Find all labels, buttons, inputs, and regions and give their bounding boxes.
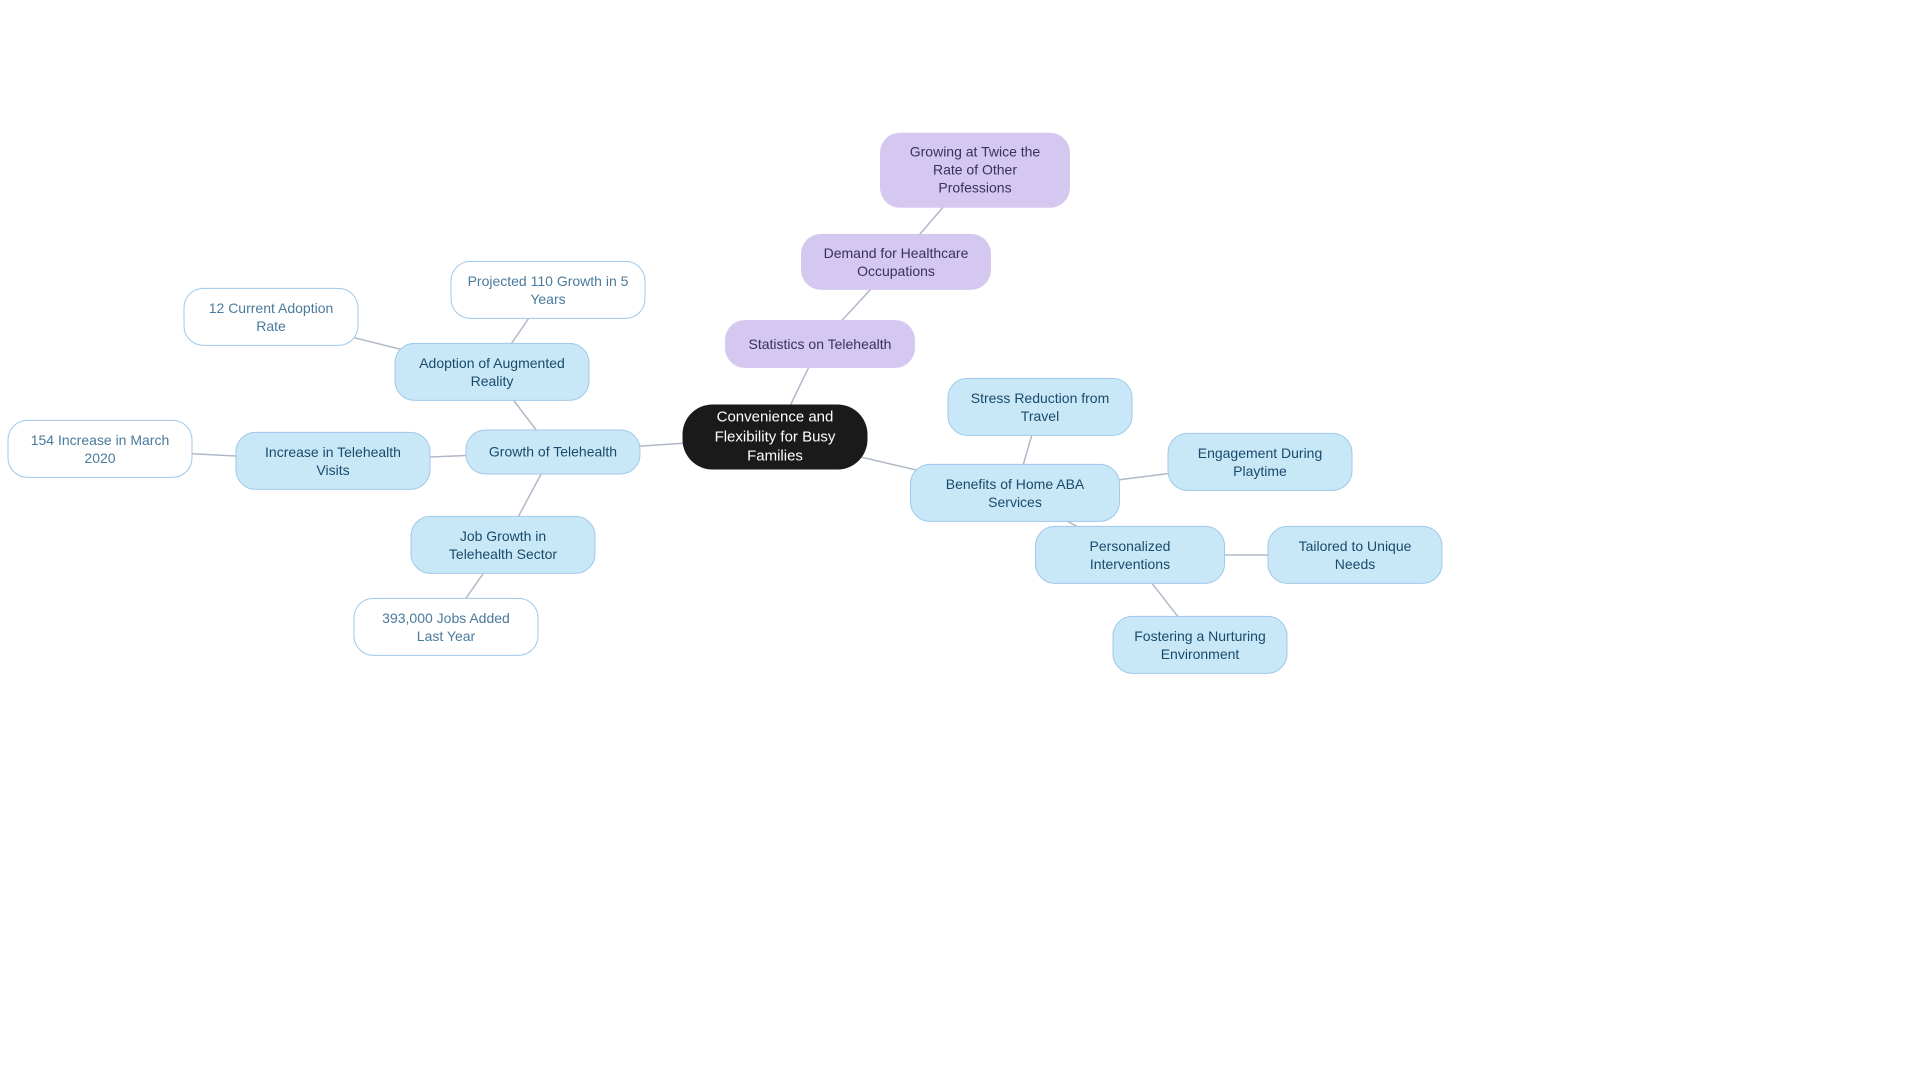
adoption-ar: Adoption of Augmented Reality: [395, 343, 590, 401]
stats-telehealth: Statistics on Telehealth: [725, 320, 915, 368]
jobs-added: 393,000 Jobs Added Last Year: [354, 598, 539, 656]
demand-healthcare: Demand for Healthcare Occupations: [801, 234, 991, 290]
personalized: Personalized Interventions: [1035, 526, 1225, 584]
growth-telehealth: Growth of Telehealth: [466, 430, 641, 475]
fostering: Fostering a Nurturing Environment: [1113, 616, 1288, 674]
engagement-playtime: Engagement During Playtime: [1168, 433, 1353, 491]
projected-growth: Projected 110 Growth in 5 Years: [451, 261, 646, 319]
current-adoption: 12 Current Adoption Rate: [184, 288, 359, 346]
stress-reduction: Stress Reduction from Travel: [948, 378, 1133, 436]
job-growth: Job Growth in Telehealth Sector: [411, 516, 596, 574]
tailored: Tailored to Unique Needs: [1268, 526, 1443, 584]
benefits-home: Benefits of Home ABA Services: [910, 464, 1120, 522]
growing-twice: Growing at Twice the Rate of Other Profe…: [880, 133, 1070, 208]
154-increase: 154 Increase in March 2020: [8, 420, 193, 478]
increase-visits: Increase in Telehealth Visits: [236, 432, 431, 490]
center-node: Convenience and Flexibility for Busy Fam…: [683, 405, 868, 470]
